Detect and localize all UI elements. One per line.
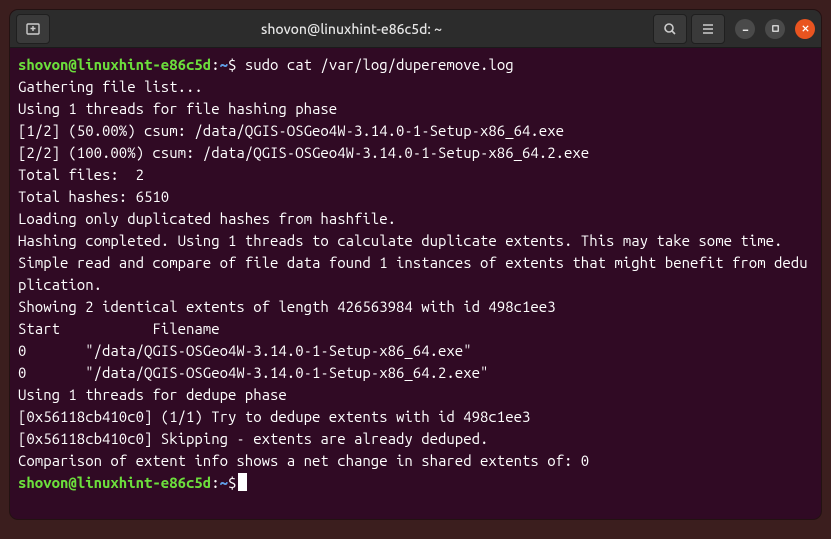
search-button[interactable]	[653, 14, 687, 44]
output-line: Loading only duplicated hashes from hash…	[18, 210, 396, 227]
terminal-window: shovon@linuxhint-e86c5d: ~	[10, 10, 821, 519]
terminal-body[interactable]: shovon@linuxhint-e86c5d:~$ sudo cat /var…	[10, 48, 821, 519]
output-line: [0x56118cb410c0] Skipping - extents are …	[18, 430, 488, 447]
prompt-user-host: shovon@linuxhint-e86c5d	[18, 474, 211, 491]
prompt-dollar: $	[228, 474, 236, 491]
cursor	[238, 473, 247, 491]
minimize-button[interactable]	[735, 19, 755, 39]
window-controls	[735, 19, 815, 39]
prompt-colon: :	[211, 56, 219, 73]
prompt-colon: :	[211, 474, 219, 491]
output-line: Comparison of extent info shows a net ch…	[18, 452, 589, 469]
output-line: [0x56118cb410c0] (1/1) Try to dedupe ext…	[18, 408, 530, 425]
output-line: Total hashes: 6510	[18, 188, 169, 205]
output-line: Start Filename	[18, 320, 220, 337]
prompt-path: ~	[220, 474, 228, 491]
hamburger-icon	[700, 21, 716, 37]
output-line: Gathering file list...	[18, 78, 203, 95]
search-icon	[662, 21, 678, 37]
maximize-icon	[771, 24, 780, 33]
output-line: Showing 2 identical extents of length 42…	[18, 298, 556, 315]
titlebar: shovon@linuxhint-e86c5d: ~	[10, 10, 821, 48]
menu-button[interactable]	[691, 14, 725, 44]
output-line: Hashing completed. Using 1 threads to ca…	[18, 232, 782, 249]
prompt-path: ~	[220, 56, 228, 73]
maximize-button[interactable]	[765, 19, 785, 39]
output-line: [1/2] (50.00%) csum: /data/QGIS-OSGeo4W-…	[18, 122, 564, 139]
output-line: Total files: 2	[18, 166, 144, 183]
new-tab-button[interactable]	[16, 14, 50, 44]
output-line: 0 "/data/QGIS-OSGeo4W-3.14.0-1-Setup-x86…	[18, 342, 472, 359]
output-line: Using 1 threads for dedupe phase	[18, 386, 287, 403]
prompt-user-host: shovon@linuxhint-e86c5d	[18, 56, 211, 73]
close-button[interactable]	[795, 19, 815, 39]
command-text: sudo cat /var/log/duperemove.log	[236, 56, 513, 73]
output-line: 0 "/data/QGIS-OSGeo4W-3.14.0-1-Setup-x86…	[18, 364, 488, 381]
output-line: Using 1 threads for file hashing phase	[18, 100, 337, 117]
output-line: Simple read and compare of file data fou…	[18, 254, 808, 293]
new-tab-icon	[25, 21, 41, 37]
minimize-icon	[741, 24, 750, 33]
window-title: shovon@linuxhint-e86c5d: ~	[54, 21, 649, 37]
output-line: [2/2] (100.00%) csum: /data/QGIS-OSGeo4W…	[18, 144, 589, 161]
close-icon	[801, 24, 810, 33]
